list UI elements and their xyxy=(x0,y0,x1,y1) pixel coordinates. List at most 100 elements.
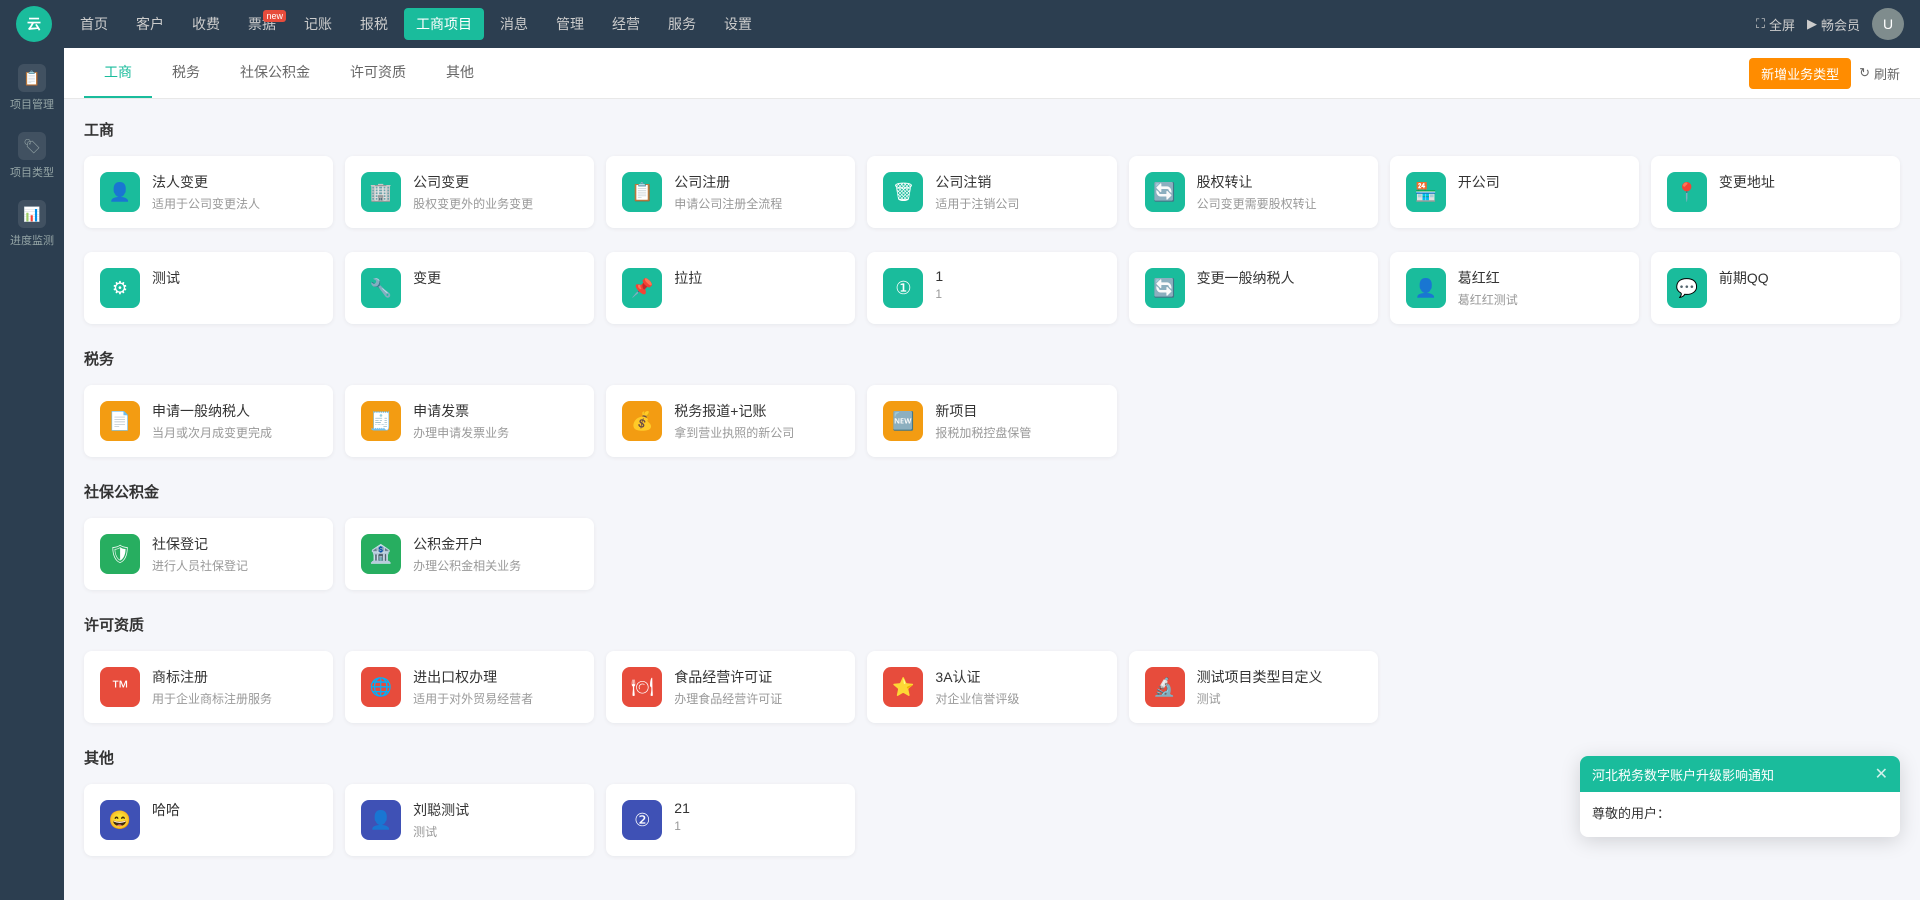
open-company-icon: 🏪 xyxy=(1406,172,1446,212)
card-import-export[interactable]: 🌐 进出口权办理 适用于对外贸易经营者 xyxy=(345,651,594,723)
21-icon: ② xyxy=(622,800,662,840)
card-desc: 适用于注销公司 xyxy=(935,195,1100,212)
card-desc: 对企业信誉评级 xyxy=(935,690,1100,707)
card-haha[interactable]: 😄 哈哈 xyxy=(84,784,333,856)
card-fund-account[interactable]: 🏦 公积金开户 办理公积金相关业务 xyxy=(345,518,594,590)
refresh-button[interactable]: ↻ 刷新 xyxy=(1859,64,1900,83)
card-change-address[interactable]: 📍 变更地址 xyxy=(1651,156,1900,228)
card-new-project[interactable]: 🆕 新项目 报税加税控盘保管 xyxy=(867,385,1116,457)
nav-bookkeeping[interactable]: 记账 xyxy=(292,8,344,40)
card-content: 测试项目类型目定义 测试 xyxy=(1197,667,1362,707)
card-company-register[interactable]: 📋 公司注册 申请公司注册全流程 xyxy=(606,156,855,228)
sidebar-label-project-type: 项目类型 xyxy=(10,164,54,180)
nav-message[interactable]: 消息 xyxy=(488,8,540,40)
nav-tax[interactable]: 报税 xyxy=(348,8,400,40)
card-desc: 公司变更需要股权转让 xyxy=(1197,195,1362,212)
card-company-change[interactable]: 🏢 公司变更 股权变更外的业务变更 xyxy=(345,156,594,228)
avatar[interactable]: U xyxy=(1872,8,1904,40)
card-content: 葛红红 葛红红测试 xyxy=(1458,268,1623,308)
notification-close-button[interactable]: ✕ xyxy=(1875,764,1888,784)
import-export-icon: 🌐 xyxy=(361,667,401,707)
card-trademark[interactable]: ™ 商标注册 用于企业商标注册服务 xyxy=(84,651,333,723)
nav-setting[interactable]: 设置 xyxy=(712,8,764,40)
nav-business[interactable]: 工商项目 xyxy=(404,8,484,40)
project-manage-icon: 📋 xyxy=(18,64,46,92)
card-title: 申请发票 xyxy=(413,401,578,421)
card-21[interactable]: ② 21 1 xyxy=(606,784,855,856)
card-desc: 股权变更外的业务变更 xyxy=(413,195,578,212)
progress-icon: 📊 xyxy=(18,200,46,228)
card-open-company[interactable]: 🏪 开公司 xyxy=(1390,156,1639,228)
card-content: 新项目 报税加税控盘保管 xyxy=(935,401,1100,441)
section-title-business: 工商 xyxy=(84,119,1900,140)
apply-taxpayer-icon: 📄 xyxy=(100,401,140,441)
card-change[interactable]: 🔧 变更 xyxy=(345,252,594,324)
change-taxpayer-icon: 🔄 xyxy=(1145,268,1185,308)
card-qianqi-qq[interactable]: 💬 前期QQ xyxy=(1651,252,1900,324)
card-title: 拉拉 xyxy=(674,268,839,288)
new-type-button[interactable]: 新增业务类型 xyxy=(1749,58,1851,89)
card-desc: 适用于公司变更法人 xyxy=(152,195,317,212)
card-test-type-define[interactable]: 🔬 测试项目类型目定义 测试 xyxy=(1129,651,1378,723)
card-content: 变更一般纳税人 xyxy=(1197,268,1362,291)
project-type-icon: 🏷 xyxy=(18,132,46,160)
card-title: 前期QQ xyxy=(1719,268,1884,288)
card-equity-transfer[interactable]: 🔄 股权转让 公司变更需要股权转让 xyxy=(1129,156,1378,228)
sidebar-item-project-manage[interactable]: 📋 项目管理 xyxy=(4,56,60,120)
card-lala[interactable]: 📌 拉拉 xyxy=(606,252,855,324)
nav-fee[interactable]: 收费 xyxy=(180,8,232,40)
fund-account-icon: 🏦 xyxy=(361,534,401,574)
member-btn[interactable]: ▶ 畅会员 xyxy=(1807,15,1860,34)
tab-other[interactable]: 其他 xyxy=(426,48,494,98)
card-content: 变更地址 xyxy=(1719,172,1884,195)
card-desc: 办理公积金相关业务 xyxy=(413,557,578,574)
nav-home[interactable]: 首页 xyxy=(68,8,120,40)
card-content: 1 1 xyxy=(935,268,1100,301)
card-food-license[interactable]: 🍽 食品经营许可证 办理食品经营许可证 xyxy=(606,651,855,723)
card-content: 哈哈 xyxy=(152,800,317,823)
card-one[interactable]: ① 1 1 xyxy=(867,252,1116,324)
card-content: 公司变更 股权变更外的业务变更 xyxy=(413,172,578,212)
sidebar-item-progress[interactable]: 📊 进度监测 xyxy=(4,192,60,256)
sidebar-item-project-type[interactable]: 🏷 项目类型 xyxy=(4,124,60,188)
card-test[interactable]: ⚙ 测试 xyxy=(84,252,333,324)
card-desc: 拿到营业执照的新公司 xyxy=(674,424,839,441)
nav-service[interactable]: 服务 xyxy=(656,8,708,40)
sidebar-label-project-manage: 项目管理 xyxy=(10,96,54,112)
nav-operation[interactable]: 经营 xyxy=(600,8,652,40)
nav-ticket[interactable]: 票据new xyxy=(236,8,288,40)
tab-tax[interactable]: 税务 xyxy=(152,48,220,98)
card-change-taxpayer[interactable]: 🔄 变更一般纳税人 xyxy=(1129,252,1378,324)
haha-icon: 😄 xyxy=(100,800,140,840)
card-tax-report-bookkeep[interactable]: 💰 税务报道+记账 拿到营业执照的新公司 xyxy=(606,385,855,457)
nav-manage[interactable]: 管理 xyxy=(544,8,596,40)
card-gehonghong[interactable]: 👤 葛红红 葛红红测试 xyxy=(1390,252,1639,324)
food-license-icon: 🍽 xyxy=(622,667,662,707)
change-icon: 🔧 xyxy=(361,268,401,308)
card-social-register[interactable]: 🛡 社保登记 进行人员社保登记 xyxy=(84,518,333,590)
apply-invoice-icon: 🧾 xyxy=(361,401,401,441)
legal-change-icon: 👤 xyxy=(100,172,140,212)
card-3a-cert[interactable]: ⭐ 3A认证 对企业信誉评级 xyxy=(867,651,1116,723)
tab-license[interactable]: 许可资质 xyxy=(330,48,426,98)
card-apply-taxpayer[interactable]: 📄 申请一般纳税人 当月或次月成变更完成 xyxy=(84,385,333,457)
card-content: 3A认证 对企业信誉评级 xyxy=(935,667,1100,707)
tab-bar: 工商 税务 社保公积金 许可资质 其他 新增业务类型 ↻ 刷新 xyxy=(64,48,1920,99)
nav-customer[interactable]: 客户 xyxy=(124,8,176,40)
tab-actions: 新增业务类型 ↻ 刷新 xyxy=(1749,58,1900,89)
card-company-cancel[interactable]: 🗑 公司注销 适用于注销公司 xyxy=(867,156,1116,228)
fullscreen-btn[interactable]: ⛶ 全屏 xyxy=(1756,15,1795,34)
test-icon: ⚙ xyxy=(100,268,140,308)
company-cancel-icon: 🗑 xyxy=(883,172,923,212)
card-apply-invoice[interactable]: 🧾 申请发票 办理申请发票业务 xyxy=(345,385,594,457)
card-liucong-test[interactable]: 👤 刘聪测试 测试 xyxy=(345,784,594,856)
card-title: 开公司 xyxy=(1458,172,1623,192)
card-title: 公司变更 xyxy=(413,172,578,192)
sidebar: 📋 项目管理 🏷 项目类型 📊 进度监测 xyxy=(0,48,64,900)
tab-social-security[interactable]: 社保公积金 xyxy=(220,48,330,98)
card-legal-change[interactable]: 👤 法人变更 适用于公司变更法人 xyxy=(84,156,333,228)
gehonghong-icon: 👤 xyxy=(1406,268,1446,308)
card-content: 社保登记 进行人员社保登记 xyxy=(152,534,317,574)
card-content: 税务报道+记账 拿到营业执照的新公司 xyxy=(674,401,839,441)
tab-business[interactable]: 工商 xyxy=(84,48,152,98)
